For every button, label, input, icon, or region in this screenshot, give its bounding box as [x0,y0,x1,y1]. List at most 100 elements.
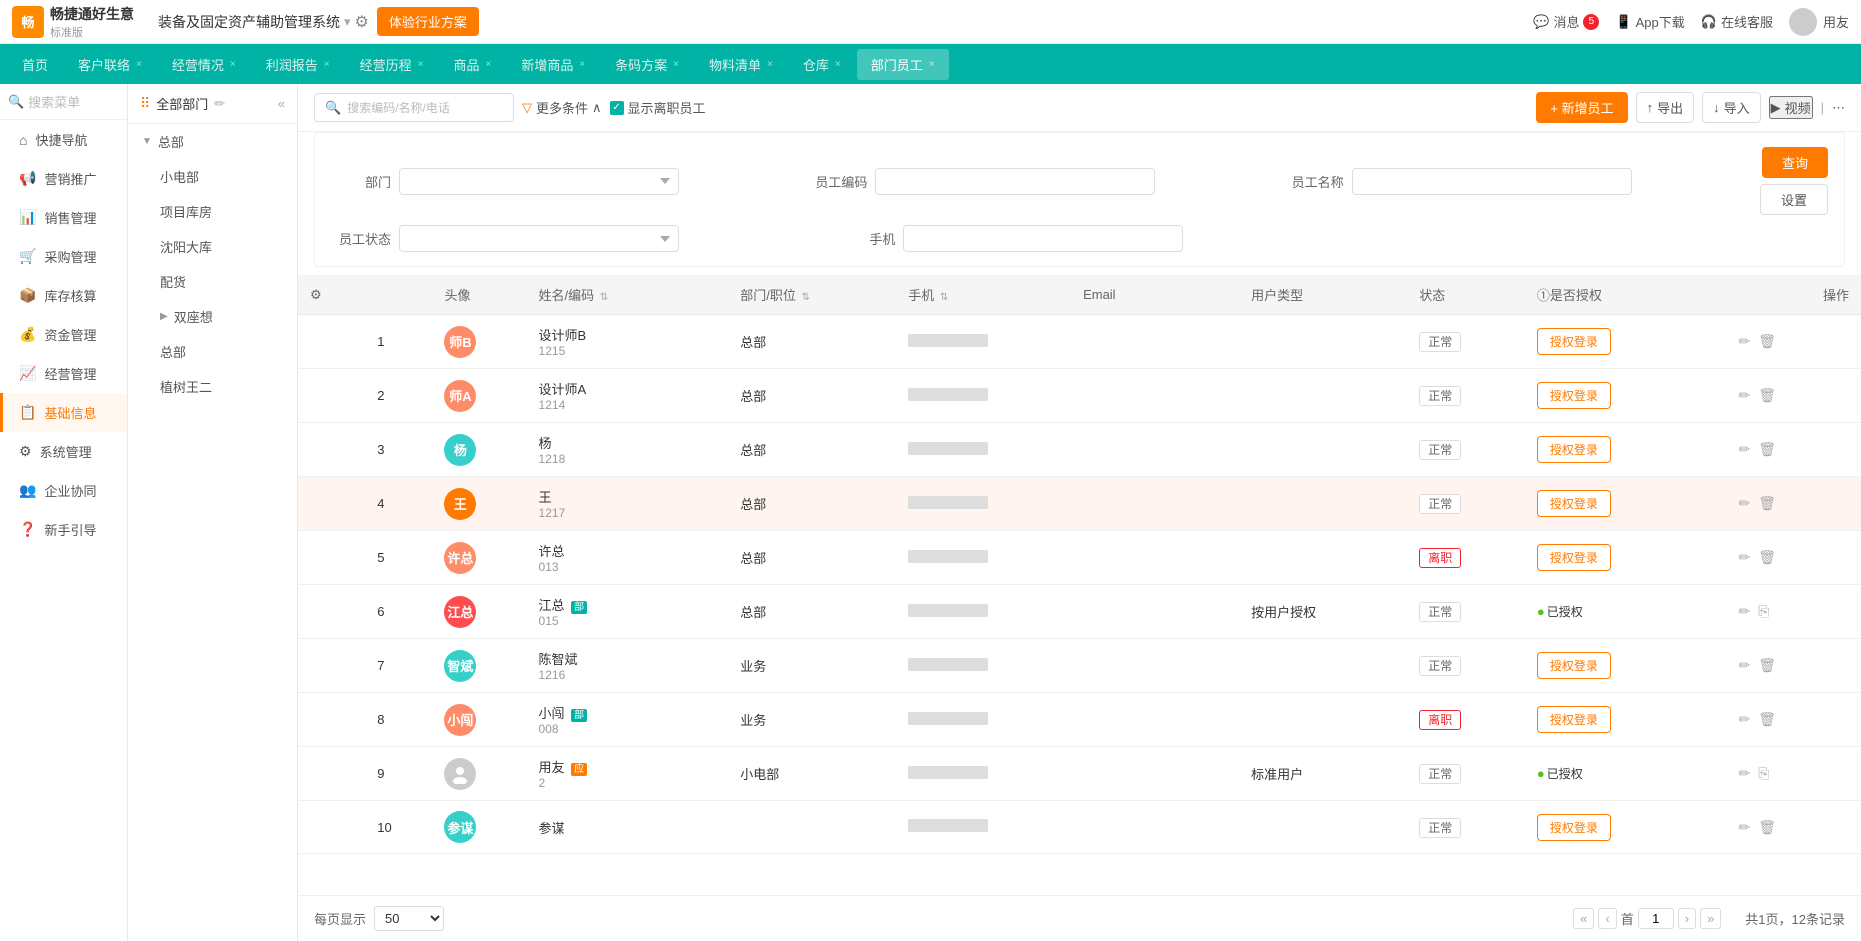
tab-customer[interactable]: 客户联络× [64,49,156,80]
edit-icon[interactable]: ✏ [1739,441,1751,458]
delete-icon[interactable]: 🗑 [1758,441,1776,458]
sidebar-item-quicknav[interactable]: ⌂ 快捷导航 [0,120,127,159]
delete-icon[interactable]: 🗑 [1758,549,1776,566]
sidebar-item-guide[interactable]: ❓ 新手引导 [0,510,127,549]
app-download-btn[interactable]: 📱 App下载 [1615,12,1684,31]
delete-icon[interactable]: 🗑 [1758,657,1776,674]
th-dept[interactable]: 部门/职位 ⇅ [728,275,896,315]
dept-item-project[interactable]: 项目库房 [128,194,297,229]
search-input-wrapper[interactable]: 🔍 搜索编码/名称/电话 [314,93,514,122]
auth-button[interactable]: 授权登录 [1537,436,1611,463]
message-btn[interactable]: 💬 消息 5 [1533,12,1599,31]
delete-icon[interactable]: 🗑 [1758,495,1776,512]
employee-name-input[interactable] [1352,168,1632,195]
user-area[interactable]: 用友 [1789,8,1849,36]
tab-history[interactable]: 经营历程× [346,49,438,80]
more-btn[interactable]: ⋯ [1832,100,1845,116]
copy-icon[interactable]: ⎘ [1758,603,1769,620]
phone-input[interactable] [903,225,1183,252]
delete-icon[interactable]: 🗑 [1758,711,1776,728]
edit-icon[interactable]: ✏ [214,96,225,112]
tab-bom[interactable]: 物料清单× [695,49,787,80]
dept-item-headquarters-parent[interactable]: ▼ 总部 [128,124,297,159]
edit-icon[interactable]: ✏ [1739,819,1751,836]
edit-icon[interactable]: ✏ [1739,549,1751,566]
view-button[interactable]: ▶ 视频 [1769,96,1813,119]
close-icon[interactable]: × [835,59,841,70]
auth-button[interactable]: 授权登录 [1537,328,1611,355]
settings-icon[interactable]: ⚙ [355,12,369,32]
close-icon[interactable]: × [767,59,773,70]
close-icon[interactable]: × [485,59,491,70]
copy-icon[interactable]: ⎘ [1758,765,1769,782]
auth-button[interactable]: 授权登录 [1537,814,1611,841]
try-button[interactable]: 体验行业方案 [377,7,479,36]
import-button[interactable]: ↓ 导入 [1702,92,1761,123]
sidebar-item-collab[interactable]: 👥 企业协同 [0,471,127,510]
sidebar-item-marketing[interactable]: 📢 营销推广 [0,159,127,198]
edit-icon[interactable]: ✏ [1739,387,1751,404]
delete-icon[interactable]: 🗑 [1758,333,1776,350]
close-icon[interactable]: × [324,59,330,70]
th-phone[interactable]: 手机 ⇅ [896,275,1071,315]
next-page-btn[interactable]: › [1678,908,1696,929]
tab-profit[interactable]: 利润报告× [252,49,344,80]
collapse-icon[interactable]: « [278,96,285,111]
close-icon[interactable]: × [230,59,236,70]
edit-icon[interactable]: ✏ [1739,603,1751,620]
page-input[interactable] [1638,908,1674,929]
more-conditions-btn[interactable]: ▽ 更多条件 ∧ [522,98,602,117]
prev-page-btn[interactable]: ‹ [1598,908,1616,929]
close-icon[interactable]: × [136,59,142,70]
close-icon[interactable]: × [418,59,424,70]
delete-icon[interactable]: 🗑 [1758,387,1776,404]
delete-icon[interactable]: 🗑 [1758,819,1776,836]
edit-icon[interactable]: ✏ [1739,333,1751,350]
last-page-btn[interactable]: » [1700,908,1721,929]
auth-button[interactable]: 授权登录 [1537,490,1611,517]
sidebar-item-inventory[interactable]: 📦 库存核算 [0,276,127,315]
close-icon[interactable]: × [673,59,679,70]
sidebar-item-finance[interactable]: 💰 资金管理 [0,315,127,354]
set-button[interactable]: 设置 [1760,184,1828,215]
dept-item-zongbu[interactable]: 总部 [128,334,297,369]
tab-warehouse[interactable]: 仓库× [789,49,855,80]
tab-home[interactable]: 首页 [8,49,62,80]
dept-item-shenyang[interactable]: 沈阳大库 [128,229,297,264]
tab-goods[interactable]: 商品× [439,49,505,80]
close-icon[interactable]: × [929,59,935,70]
close-icon[interactable]: × [579,59,585,70]
tab-operation[interactable]: 经营情况× [158,49,250,80]
auth-button[interactable]: 授权登录 [1537,544,1611,571]
edit-icon[interactable]: ✏ [1739,765,1751,782]
th-settings[interactable]: ⚙ [298,275,365,315]
dept-item-zhishu[interactable]: 植树王二 [128,369,297,404]
add-employee-button[interactable]: + 新增员工 [1536,92,1627,123]
sidebar-search[interactable]: 🔍 搜索菜单 [0,84,127,120]
tab-barcode[interactable]: 条码方案× [601,49,693,80]
sidebar-item-purchase[interactable]: 🛒 采购管理 [0,237,127,276]
dept-item-distribution[interactable]: 配货 [128,264,297,299]
dept-item-xiaodibu[interactable]: 小电部 [128,159,297,194]
page-size-select[interactable]: 50 20 100 [374,906,444,931]
show-resigned-toggle[interactable]: ✓ 显示离职员工 [610,98,706,117]
sidebar-item-sales[interactable]: 📊 销售管理 [0,198,127,237]
edit-icon[interactable]: ✏ [1739,711,1751,728]
dept-item-shuangzuoxiang[interactable]: ▶ 双座想 [128,299,297,334]
tab-employees[interactable]: 部门员工× [857,49,949,80]
edit-icon[interactable]: ✏ [1739,657,1751,674]
export-button[interactable]: ↑ 导出 [1636,92,1695,123]
auth-button[interactable]: 授权登录 [1537,706,1611,733]
sidebar-item-basic-info[interactable]: 📋 基础信息 [0,393,127,432]
first-page-btn[interactable]: « [1573,908,1594,929]
employee-status-select[interactable] [399,225,679,252]
auth-button[interactable]: 授权登录 [1537,382,1611,409]
online-service-btn[interactable]: 🎧 在线客服 [1701,12,1773,31]
employee-code-input[interactable] [875,168,1155,195]
sidebar-item-system[interactable]: ⚙ 系统管理 [0,432,127,471]
search-button[interactable]: 查询 [1762,147,1828,178]
sidebar-item-business[interactable]: 📈 经营管理 [0,354,127,393]
tab-new-goods[interactable]: 新增商品× [507,49,599,80]
system-title-dropdown[interactable]: ▾ [344,14,351,30]
edit-icon[interactable]: ✏ [1739,495,1751,512]
